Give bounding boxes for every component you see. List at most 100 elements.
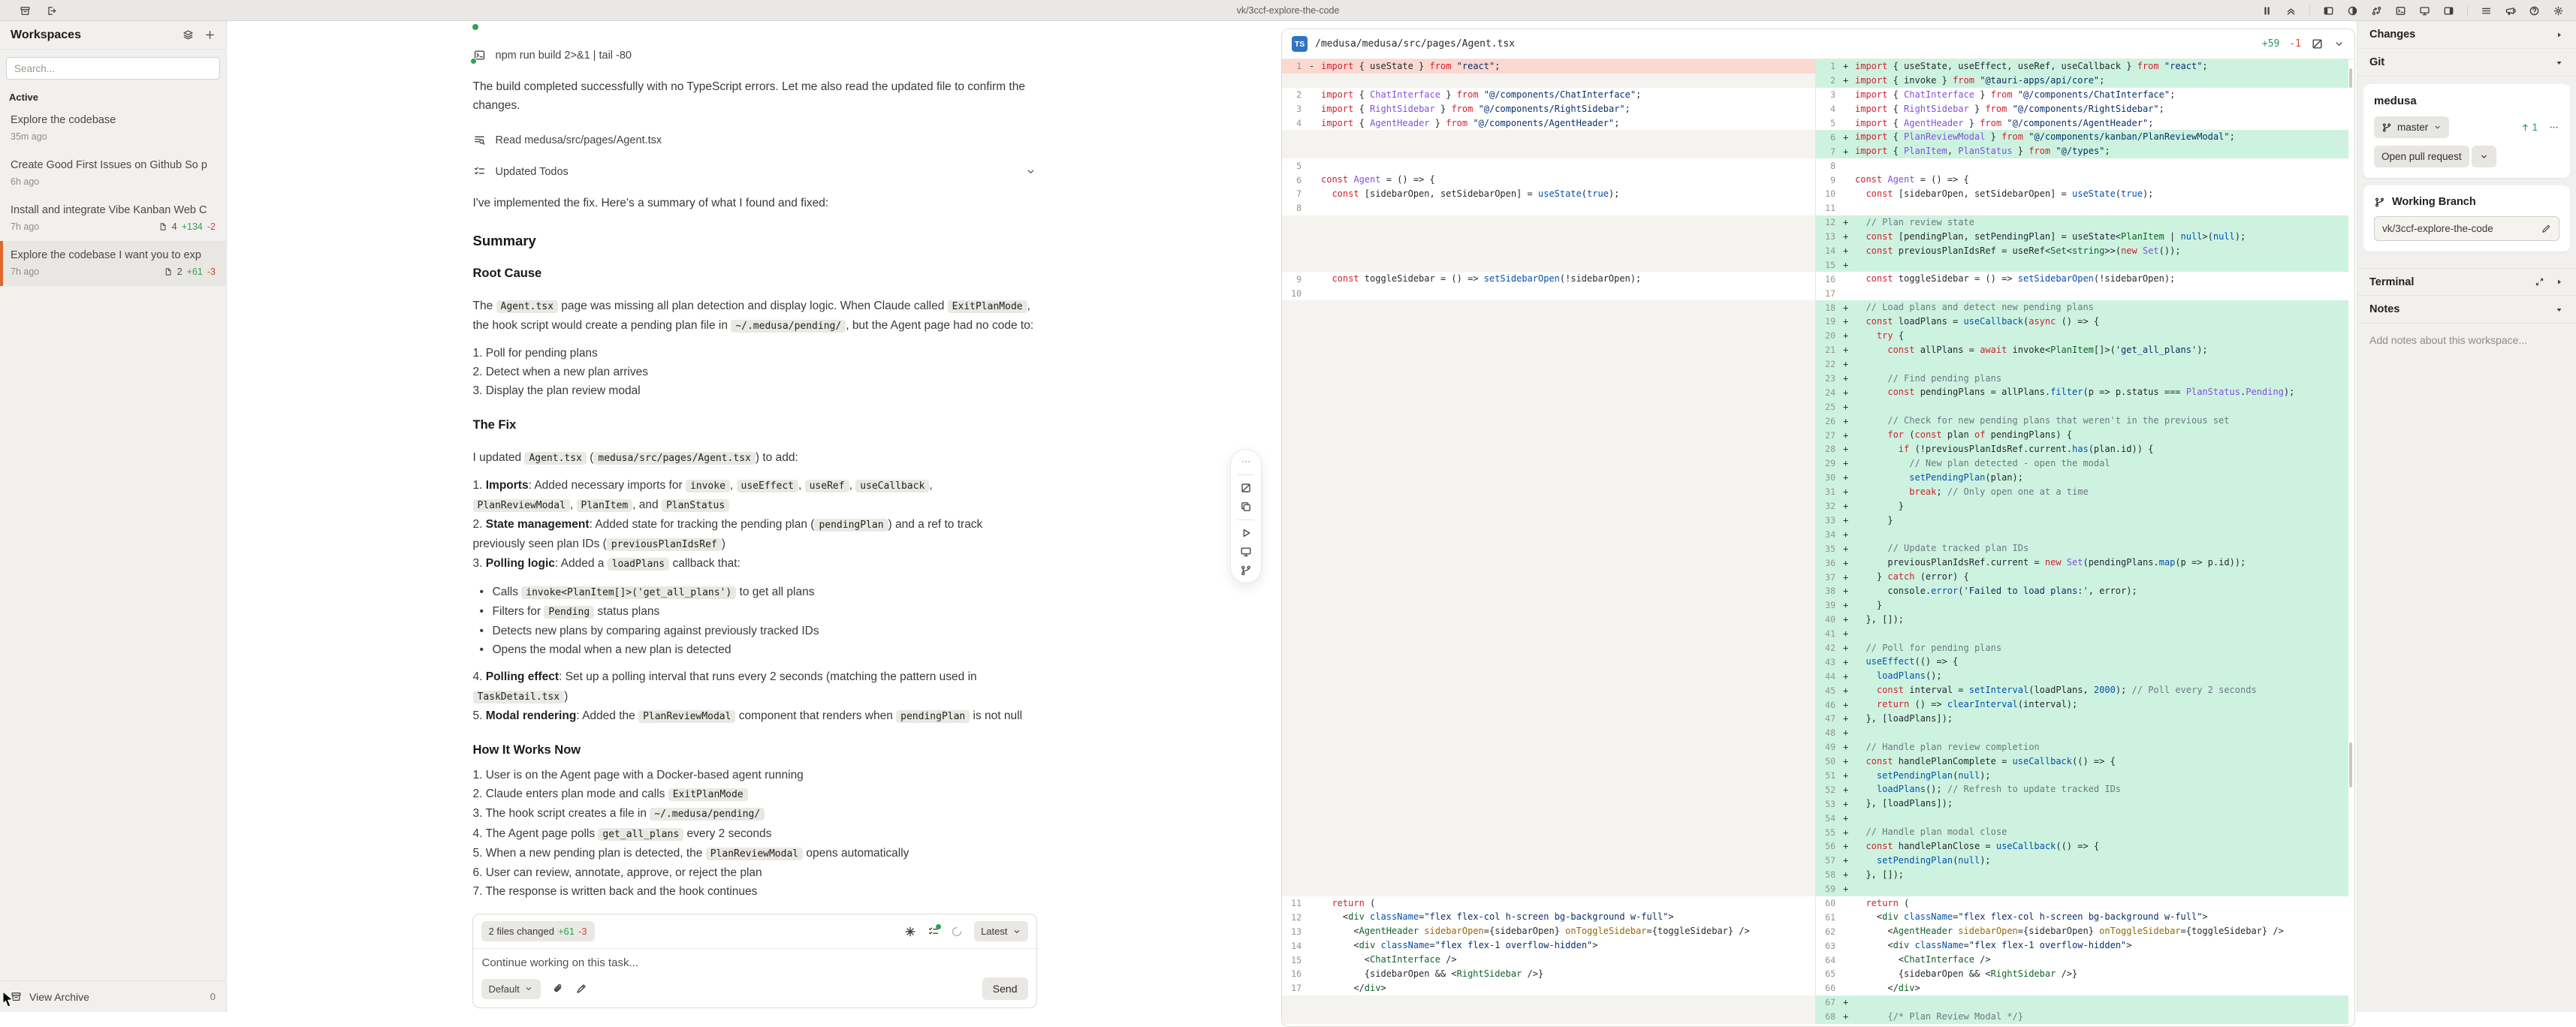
message-input[interactable]: Continue working on this task... [473, 949, 1036, 971]
mouse-cursor [2, 992, 15, 1012]
edit-pencil-icon[interactable] [2541, 224, 2551, 234]
expand-icon[interactable] [2535, 277, 2544, 287]
diff-row [1282, 357, 1815, 372]
working-branch-input[interactable]: vk/3ccf-explore-the-code [2374, 216, 2559, 241]
list-item: 1. Poll for pending plans [473, 344, 1036, 363]
diff-row: 52+ loadPlans(); // Refresh to update tr… [1816, 782, 2348, 797]
copy-icon[interactable] [1240, 501, 1252, 513]
git-compare-icon[interactable] [2371, 5, 2382, 17]
megaphone-icon[interactable] [2505, 5, 2516, 17]
terminal-icon[interactable] [2395, 5, 2406, 17]
inline-code: useRef [805, 480, 849, 492]
file-icon [164, 267, 173, 276]
scrollbar-change-marker[interactable] [2349, 68, 2352, 88]
assistant-paragraph: I updated Agent.tsx (medusa/src/pages/Ag… [473, 448, 1036, 468]
git-branch-icon[interactable] [1240, 565, 1252, 577]
drag-dots-icon[interactable] [1240, 456, 1252, 468]
send-button[interactable]: Send [982, 977, 1028, 1000]
workspace-item[interactable]: Install and integrate Vibe Kanban Web C … [0, 196, 226, 241]
inline-code: ExitPlanMode [668, 788, 748, 801]
diff-row: 8 [1816, 158, 2348, 173]
active-section-label: Active [0, 83, 226, 106]
diff-view-icon [2311, 38, 2324, 50]
paperclip-icon[interactable] [552, 983, 564, 995]
workspace-item[interactable]: Create Good First Issues on Github So p … [0, 151, 226, 196]
diff-row: 66 </div> [1816, 981, 2348, 995]
sign-out-icon [46, 5, 57, 17]
inline-code: pendingPlan [896, 710, 970, 723]
toolbar-divider [1238, 474, 1254, 475]
section-terminal[interactable]: Terminal [2357, 268, 2576, 296]
pull-request-dropdown-button[interactable] [2472, 146, 2496, 167]
files-changed-pill[interactable]: 2 files changed +61 -3 [481, 921, 595, 941]
tool-call-row[interactable]: npm run build 2>&1 | tail -80 [473, 49, 1036, 62]
open-pull-request-button[interactable]: Open pull request [2374, 146, 2469, 167]
play-icon[interactable] [1240, 527, 1252, 539]
diff-row: 6+import { PlanReviewModal } from "@/com… [1816, 130, 2348, 144]
layers-icon[interactable] [182, 29, 194, 41]
inline-code: PlanReviewModal [473, 499, 570, 512]
spark-icon[interactable] [904, 926, 916, 938]
view-archive-button[interactable]: View Archive 0 [0, 980, 226, 1012]
workspace-item-title: Explore the codebase I want you to exp [11, 249, 216, 261]
diff-row: 39+ } [1816, 598, 2348, 613]
diff-row [1282, 527, 1815, 541]
diff-row [1282, 782, 1815, 797]
diff-row: 31+ break; // Only open one at a time [1816, 485, 2348, 499]
workspace-item[interactable]: Explore the codebase 35m ago [0, 106, 226, 151]
diff-view-icon[interactable] [1240, 482, 1252, 494]
working-branch-card: Working Branch vk/3ccf-explore-the-code [2363, 185, 2570, 251]
inline-code: medusa/src/pages/Agent.tsx [593, 452, 756, 465]
spinner-icon[interactable] [951, 926, 963, 938]
branch-selector[interactable]: master [2374, 116, 2449, 138]
help-icon[interactable] [2529, 5, 2540, 17]
inline-code: pendingPlan [814, 519, 888, 532]
panel-left-icon[interactable] [2323, 5, 2334, 17]
diff-row [1282, 570, 1815, 584]
version-selector[interactable]: Latest [974, 921, 1027, 941]
diff-row [1282, 584, 1815, 598]
panel-right-icon[interactable] [2443, 5, 2454, 17]
chevron-down-icon[interactable] [2333, 38, 2345, 50]
plus-icon[interactable] [204, 29, 216, 41]
section-notes[interactable]: Notes [2357, 296, 2576, 324]
diff-row: 17 [1816, 286, 2348, 300]
section-git[interactable]: Git [2357, 49, 2576, 77]
pause-icon[interactable] [2261, 5, 2273, 17]
model-selector[interactable]: Default [481, 979, 541, 999]
diff-row: 16 const toggleSidebar = () => setSideba… [1816, 272, 2348, 286]
menu-icon[interactable] [2481, 5, 2492, 17]
todos-status-icon[interactable] [928, 926, 940, 938]
section-heading: Summary [473, 233, 1036, 249]
notes-input[interactable]: Add notes about this workspace... [2357, 324, 2576, 357]
diff-row: 7 const [sidebarOpen, setSidebarOpen] = … [1282, 187, 1815, 201]
monitor-icon[interactable] [2419, 5, 2430, 17]
inline-code: previousPlanIdsRef [607, 538, 722, 551]
ordered-list: 4. Polling effect: Set up a polling inte… [473, 667, 1036, 726]
scrollbar-change-marker[interactable] [2349, 742, 2352, 788]
monitor-icon[interactable] [1240, 546, 1252, 558]
tool-call-row[interactable]: Updated Todos [473, 165, 1036, 178]
diff-row [1282, 868, 1815, 882]
settings-icon[interactable] [2553, 5, 2564, 17]
pen-icon[interactable] [575, 983, 587, 995]
section-changes[interactable]: Changes [2357, 21, 2576, 49]
paperclip-icon [552, 983, 564, 995]
chevrons-up-icon[interactable] [2285, 5, 2297, 17]
diff-row: 2+import { invoke } from "@tauri-apps/ap… [1816, 74, 2348, 88]
more-options-icon[interactable] [2548, 122, 2559, 133]
chevron-down-icon [2433, 123, 2442, 131]
todos-icon [473, 165, 486, 178]
workspace-item[interactable]: Explore the codebase I want you to exp 7… [0, 241, 226, 286]
diff-view-toggle-icon[interactable] [2311, 38, 2324, 50]
megaphone-icon [2505, 5, 2516, 17]
archive-icon[interactable] [20, 5, 31, 17]
sign-out-icon[interactable] [46, 5, 57, 17]
typescript-file-icon: TS [1292, 36, 1308, 52]
ordered-list: 1. Poll for pending plans2. Detect when … [473, 344, 1036, 401]
tool-call-row[interactable]: Read medusa/src/pages/Agent.tsx [473, 134, 1036, 146]
search-input[interactable]: Search... [6, 57, 220, 80]
archive-count: 0 [210, 991, 216, 1002]
list-item: 2. Claude enters plan mode and calls Exi… [473, 785, 1036, 804]
theme-icon[interactable] [2347, 5, 2358, 17]
